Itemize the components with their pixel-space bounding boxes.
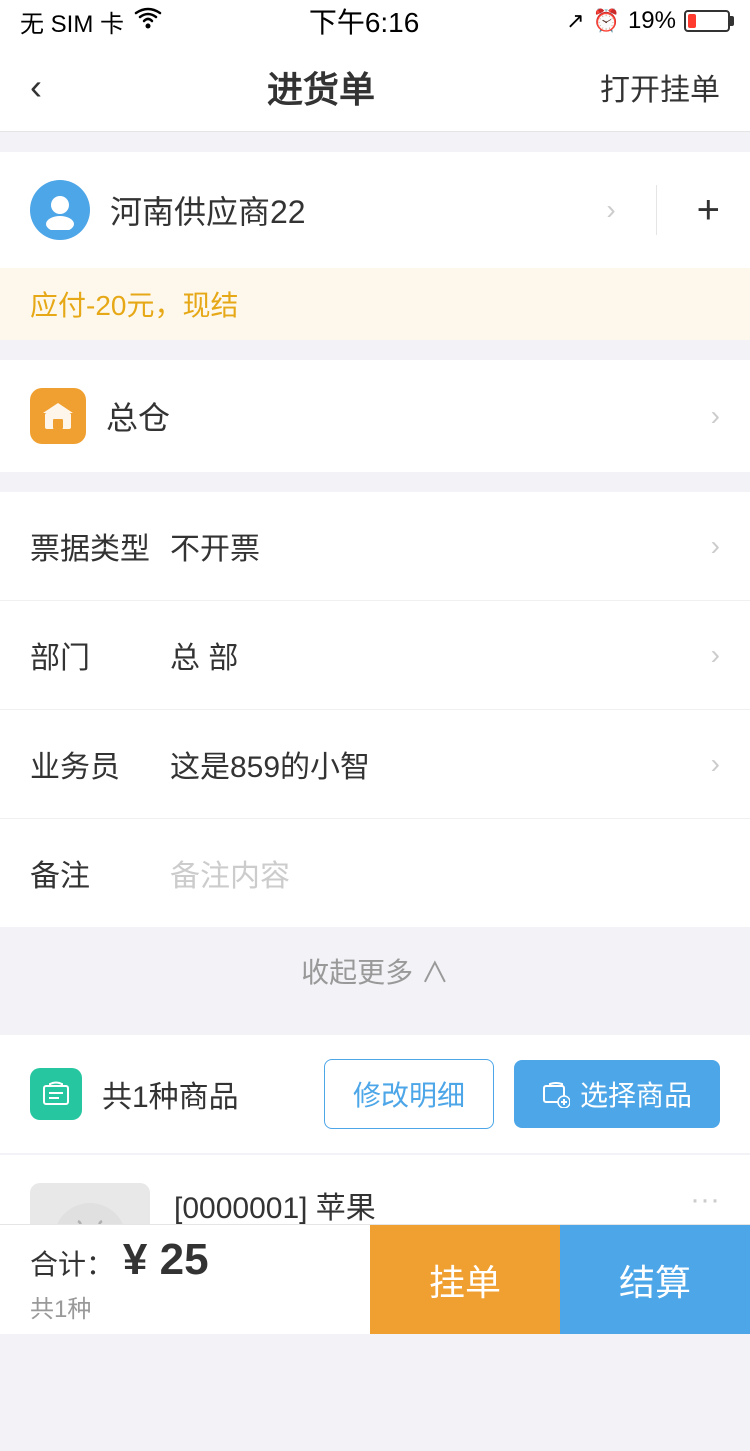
total-label: 合计： [30, 1249, 114, 1280]
status-left: 无 SIM 卡 [20, 4, 162, 39]
page-title: 进货单 [267, 61, 375, 113]
supplier-chevron-icon: › [606, 194, 615, 226]
top-divider [0, 132, 750, 152]
warehouse-chevron-icon: › [711, 400, 720, 432]
invoice-type-value: 不开票 [170, 524, 711, 568]
invoice-type-chevron-icon: › [711, 530, 720, 562]
supplier-row[interactable]: 河南供应商22 › + [0, 152, 750, 268]
modify-detail-button[interactable]: 修改明细 [324, 1059, 494, 1129]
bottom-bar: 合计： ¥ 25 共1种 挂单 结算 [0, 1224, 750, 1334]
salesperson-label: 业务员 [30, 742, 170, 786]
remark-label: 备注 [30, 851, 170, 895]
checkout-label: 结算 [619, 1254, 691, 1306]
status-bar: 无 SIM 卡 下午6:16 ↗ ⏰ 19% [0, 0, 750, 42]
department-row[interactable]: 部门 总 部 › [0, 601, 750, 710]
checkout-button[interactable]: 结算 [560, 1225, 750, 1334]
remark-row[interactable]: 备注 备注内容 [0, 819, 750, 927]
battery-percent: 19% [628, 7, 676, 35]
carrier-text: 无 SIM 卡 [20, 4, 124, 39]
invoice-type-row[interactable]: 票据类型 不开票 › [0, 492, 750, 601]
salesperson-row[interactable]: 业务员 这是859的小智 › [0, 710, 750, 819]
battery-icon [684, 10, 730, 32]
add-supplier-icon[interactable]: + [697, 188, 720, 233]
warehouse-section[interactable]: 总仓 › [0, 360, 750, 472]
collapse-label: 收起更多 ∧ [301, 957, 449, 988]
warehouse-icon [30, 388, 86, 444]
bottom-spacer [0, 1331, 750, 1451]
select-product-label: 选择商品 [580, 1074, 692, 1114]
location-icon: ↗ [566, 8, 584, 34]
department-value: 总 部 [170, 633, 711, 677]
alarm-icon: ⏰ [593, 8, 620, 34]
total-amount: ¥ 25 [123, 1235, 209, 1284]
salesperson-value: 这是859的小智 [170, 742, 711, 786]
hang-order-label: 挂单 [429, 1254, 501, 1306]
open-pending-button[interactable]: 打开挂单 [600, 65, 720, 109]
supplier-divider [656, 185, 657, 235]
back-button[interactable]: ‹ [30, 66, 42, 108]
total-count: 共1种 [30, 1289, 340, 1324]
select-product-button[interactable]: 选择商品 [514, 1060, 720, 1128]
total-row: 合计： ¥ 25 [30, 1235, 340, 1285]
supplier-section: 河南供应商22 › + 应付-20元，现结 [0, 152, 750, 340]
form-section: 票据类型 不开票 › 部门 总 部 › 业务员 这是859的小智 › 备注 备注… [0, 492, 750, 927]
product-code: [0000001] [174, 1192, 316, 1225]
payment-notice: 应付-20元，现结 [0, 268, 750, 340]
nav-bar: ‹ 进货单 打开挂单 [0, 42, 750, 132]
supplier-avatar [30, 180, 90, 240]
department-label: 部门 [30, 633, 170, 677]
department-chevron-icon: › [711, 639, 720, 671]
invoice-type-label: 票据类型 [30, 524, 170, 568]
salesperson-chevron-icon: › [711, 748, 720, 780]
status-time: 下午6:16 [309, 1, 420, 41]
product-more-button[interactable]: ··· [690, 1183, 720, 1217]
remark-input[interactable]: 备注内容 [170, 851, 720, 895]
product-name: [0000001] 苹果 [174, 1183, 666, 1227]
wifi-signal-icon [134, 7, 162, 36]
warehouse-name: 总仓 [106, 393, 711, 439]
product-header: 共1种商品 修改明细 选择商品 [0, 1035, 750, 1153]
supplier-actions: › + [606, 185, 720, 235]
product-count-icon [30, 1068, 82, 1120]
supplier-name: 河南供应商22 [110, 187, 606, 233]
product-count-label: 共1种商品 [102, 1072, 304, 1116]
status-right: ↗ ⏰ 19% [566, 7, 730, 35]
bottom-total: 合计： ¥ 25 共1种 [0, 1225, 370, 1334]
collapse-section[interactable]: 收起更多 ∧ [0, 927, 750, 1015]
product-title: 苹果 [316, 1192, 376, 1225]
hang-order-button[interactable]: 挂单 [370, 1225, 560, 1334]
